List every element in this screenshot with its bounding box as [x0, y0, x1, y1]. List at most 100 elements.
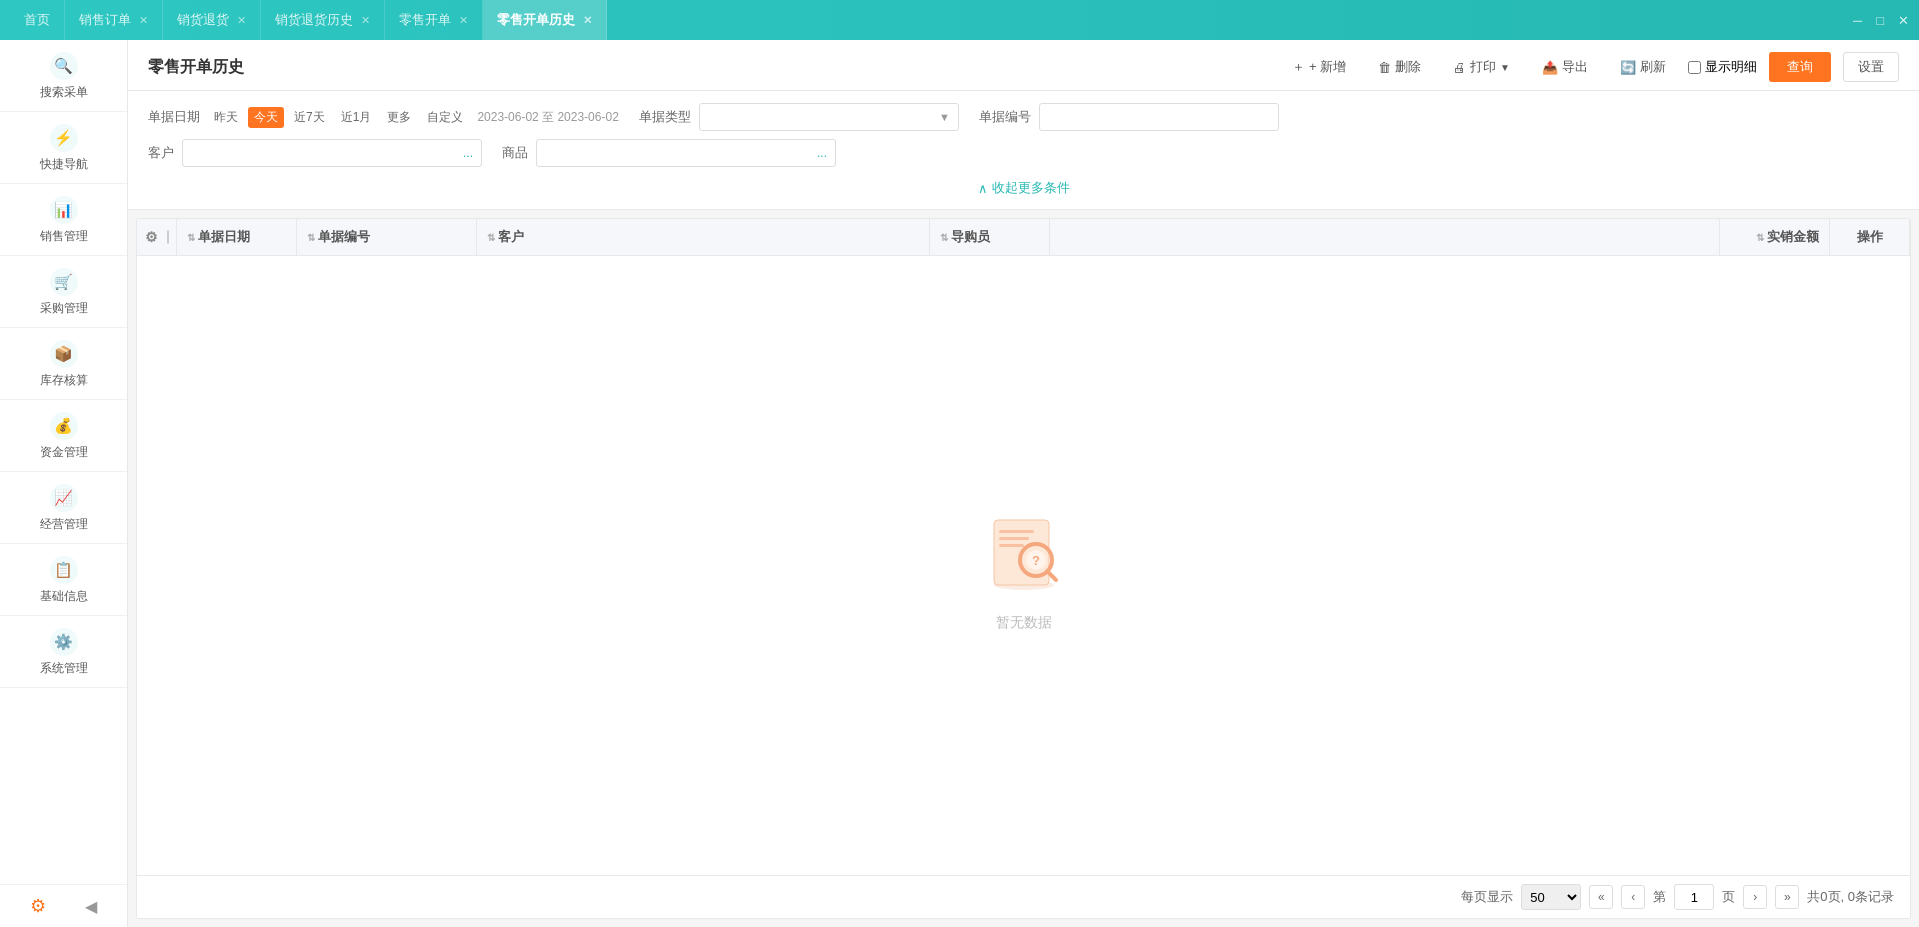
page-total: 共0页, 0条记录	[1807, 888, 1894, 906]
goods-ellipsis-icon[interactable]: ...	[817, 146, 827, 160]
sales-mgmt-icon: 📊	[50, 196, 78, 224]
sidebar-item-basic-info[interactable]: 📋 基础信息	[0, 544, 127, 616]
collapse-up-icon: ∧	[978, 181, 988, 196]
select-all-checkbox[interactable]	[167, 230, 169, 244]
tab-home[interactable]: 首页	[10, 0, 65, 40]
export-icon: 📤	[1542, 60, 1558, 75]
sidebar-item-sales-mgmt[interactable]: 📊 销售管理	[0, 184, 127, 256]
setting-button[interactable]: 设置	[1843, 52, 1899, 82]
th-amount[interactable]: ⇅ 实销金额	[1720, 219, 1830, 255]
sidebar-item-quick-nav[interactable]: ⚡ 快捷导航	[0, 112, 127, 184]
svg-rect-4	[999, 544, 1024, 547]
sys-mgmt-icon: ⚙️	[50, 628, 78, 656]
sidebar-item-operations[interactable]: 📈 经营管理	[0, 472, 127, 544]
close-icon[interactable]: ✕	[459, 14, 468, 27]
collapse-row[interactable]: ∧ 收起更多条件	[148, 175, 1899, 197]
filter-date: 单据日期 昨天 今天 近7天 近1月 更多 自定义 2023-06-02 至 2…	[148, 107, 619, 128]
th-guide[interactable]: ⇅ 导购员	[930, 219, 1050, 255]
sidebar: 🔍 搜索采单 ⚡ 快捷导航 📊 销售管理 🛒 采购管理 📦 库存核算 💰 资金管…	[0, 40, 128, 927]
empty-text: 暂无数据	[996, 614, 1052, 632]
tab-retail-open[interactable]: 零售开单 ✕	[385, 0, 483, 40]
date-btn-more[interactable]: 更多	[381, 107, 417, 128]
tab-sales-return-history[interactable]: 销货退货历史 ✕	[261, 0, 385, 40]
query-button[interactable]: 查询	[1769, 52, 1831, 82]
search-purchase-icon: 🔍	[50, 52, 78, 80]
th-op: 操作	[1830, 219, 1910, 255]
svg-rect-3	[999, 537, 1029, 540]
show-detail-checkbox[interactable]	[1688, 61, 1701, 74]
customer-ellipsis-icon[interactable]: ...	[463, 146, 473, 160]
doc-type-arrow-icon: ▼	[939, 111, 950, 123]
date-btn-7days[interactable]: 近7天	[288, 107, 331, 128]
tab-retail-open-history[interactable]: 零售开单历史 ✕	[483, 0, 607, 40]
goods-label: 商品	[502, 144, 528, 162]
table-body: ? 暂无数据	[137, 256, 1910, 875]
filter-doc-no: 单据编号	[979, 103, 1279, 131]
sidebar-collapse-button[interactable]: ◀	[85, 897, 97, 916]
close-icon[interactable]: ✕	[361, 14, 370, 27]
filter-row-1: 单据日期 昨天 今天 近7天 近1月 更多 自定义 2023-06-02 至 2…	[148, 103, 1899, 131]
purchase-mgmt-icon: 🛒	[50, 268, 78, 296]
sidebar-item-finance[interactable]: 💰 资金管理	[0, 400, 127, 472]
doc-no-input-wrap	[1039, 103, 1279, 131]
close-icon[interactable]: ✕	[583, 14, 592, 27]
doc-type-label: 单据类型	[639, 108, 691, 126]
add-button[interactable]: ＋ + 新增	[1282, 53, 1356, 81]
print-button[interactable]: 🖨 打印 ▼	[1443, 53, 1520, 81]
date-btn-today[interactable]: 今天	[248, 107, 284, 128]
page-input[interactable]	[1674, 884, 1714, 910]
sidebar-item-purchase-mgmt[interactable]: 🛒 采购管理	[0, 256, 127, 328]
main-layout: 🔍 搜索采单 ⚡ 快捷导航 📊 销售管理 🛒 采购管理 📦 库存核算 💰 资金管…	[0, 40, 1919, 927]
goods-input[interactable]	[545, 146, 817, 161]
close-icon[interactable]: ✕	[237, 14, 246, 27]
tab-sales-return[interactable]: 销货退货 ✕	[163, 0, 261, 40]
last-page-button[interactable]: »	[1775, 885, 1799, 909]
th-no[interactable]: ⇅ 单据编号	[297, 219, 477, 255]
window-close-button[interactable]: ✕	[1898, 13, 1909, 28]
delete-button[interactable]: 🗑 删除	[1368, 53, 1431, 81]
close-icon[interactable]: ✕	[139, 14, 148, 27]
header-actions: ＋ + 新增 🗑 删除 🖨 打印 ▼ 📤 导出 🔄	[1282, 52, 1899, 82]
show-detail-checkbox-wrap[interactable]: 显示明细	[1688, 58, 1757, 76]
empty-illustration: ?	[974, 500, 1074, 600]
sidebar-bottom: ⚙ ◀	[0, 884, 127, 927]
empty-state: ? 暂无数据	[974, 500, 1074, 632]
tab-sales-order[interactable]: 销售订单 ✕	[65, 0, 163, 40]
filter-doc-type: 单据类型 ▼	[639, 103, 959, 131]
filter-goods: 商品 ...	[502, 139, 836, 167]
date-btn-1month[interactable]: 近1月	[335, 107, 378, 128]
doc-no-input[interactable]	[1048, 110, 1268, 125]
th-middle	[1050, 219, 1720, 255]
customer-input[interactable]	[191, 146, 463, 161]
pagination: 每页显示 50 100 200 « ‹ 第 页 › » 共0页, 0条记录	[137, 875, 1910, 918]
date-btn-custom[interactable]: 自定义	[421, 107, 469, 128]
delete-icon: 🗑	[1378, 60, 1391, 75]
page-header: 零售开单历史 ＋ + 新增 🗑 删除 🖨 打印 ▼ 📤 导出	[128, 40, 1919, 91]
export-button[interactable]: 📤 导出	[1532, 53, 1598, 81]
page-title: 零售开单历史	[148, 57, 244, 78]
sidebar-item-inventory[interactable]: 📦 库存核算	[0, 328, 127, 400]
sort-icon: ⇅	[307, 232, 315, 243]
sidebar-item-search-purchase[interactable]: 🔍 搜索采单	[0, 40, 127, 112]
finance-icon: 💰	[50, 412, 78, 440]
per-page-select[interactable]: 50 100 200	[1521, 884, 1581, 910]
first-page-button[interactable]: «	[1589, 885, 1613, 909]
svg-rect-2	[999, 530, 1034, 533]
date-btn-yesterday[interactable]: 昨天	[208, 107, 244, 128]
th-customer[interactable]: ⇅ 客户	[477, 219, 930, 255]
minimize-button[interactable]: ─	[1853, 13, 1862, 28]
page-unit: 页	[1722, 888, 1735, 906]
sidebar-item-sys-mgmt[interactable]: ⚙️ 系统管理	[0, 616, 127, 688]
refresh-button[interactable]: 🔄 刷新	[1610, 53, 1676, 81]
date-range-display: 2023-06-02 至 2023-06-02	[477, 109, 618, 126]
table-header: ⚙ ⇅ 单据日期 ⇅ 单据编号 ⇅ 客户 ⇅ 导购员	[137, 219, 1910, 256]
prev-page-button[interactable]: ‹	[1621, 885, 1645, 909]
next-page-button[interactable]: ›	[1743, 885, 1767, 909]
maximize-button[interactable]: □	[1876, 13, 1884, 28]
settings-col-button[interactable]: ⚙	[145, 229, 158, 245]
sort-icon: ⇅	[940, 232, 948, 243]
sidebar-settings-button[interactable]: ⚙	[30, 895, 46, 917]
window-controls: ─ □ ✕	[1853, 13, 1909, 28]
doc-type-select[interactable]: ▼	[699, 103, 959, 131]
th-date[interactable]: ⇅ 单据日期	[177, 219, 297, 255]
